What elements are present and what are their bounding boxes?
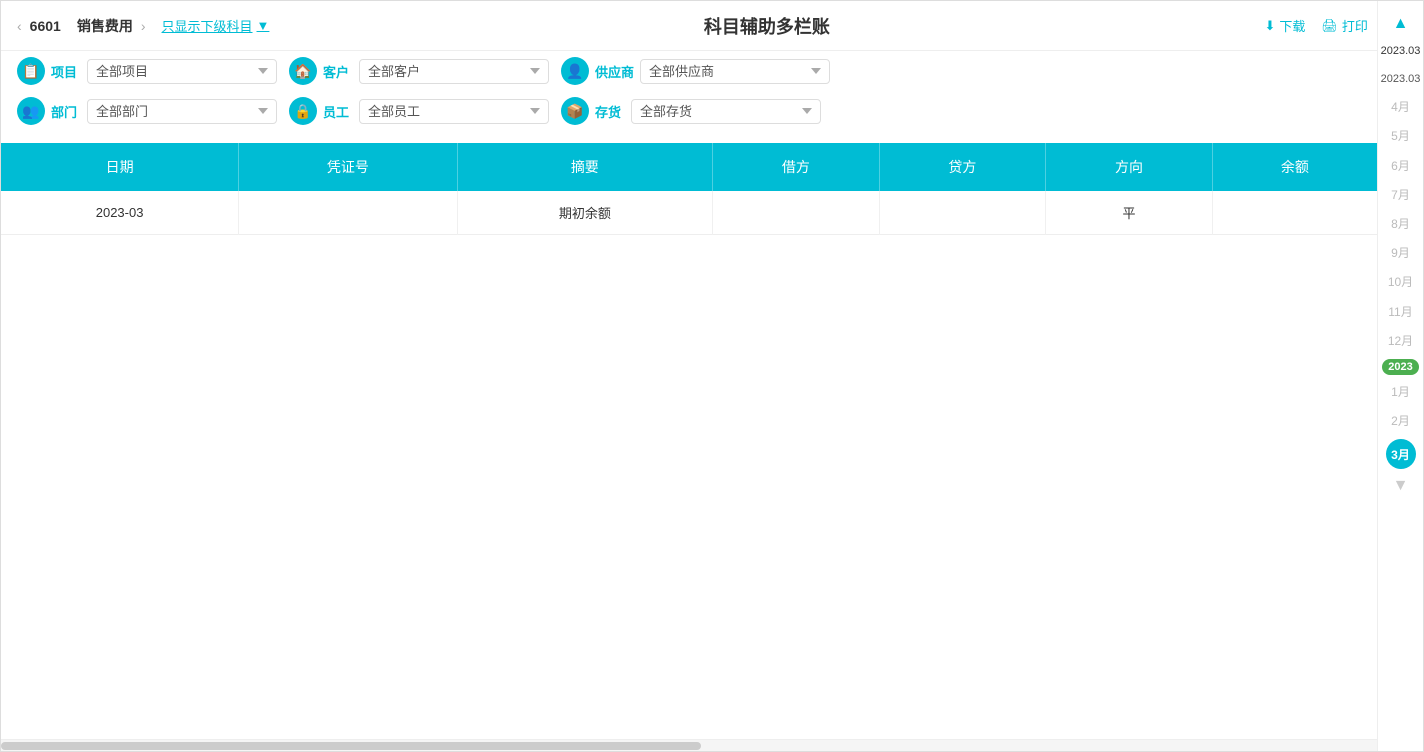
col-date: 日期	[1, 143, 239, 191]
sidebar-down-arrow[interactable]: ▼	[1389, 473, 1413, 499]
project-label: 项目	[51, 62, 81, 81]
sidebar-item-8[interactable]: 8月	[1378, 211, 1423, 238]
download-button[interactable]: ⬇ 下载	[1264, 16, 1305, 35]
customer-label: 客户	[323, 62, 353, 81]
cell-voucher	[239, 191, 457, 235]
sidebar-item-7[interactable]: 7月	[1378, 182, 1423, 209]
print-icon: 🖨	[1321, 18, 1338, 34]
filter-group-employee: 🔒 员工 全部员工	[289, 97, 549, 125]
col-direction: 方向	[1046, 143, 1213, 191]
account-name-label: 销售费用	[77, 16, 133, 36]
scrollbar-thumb[interactable]	[1, 742, 701, 750]
cell-credit	[879, 191, 1046, 235]
col-voucher: 凭证号	[239, 143, 457, 191]
sidebar-item-6[interactable]: 6月	[1378, 153, 1423, 180]
inventory-icon: 📦	[561, 97, 589, 125]
supplier-select[interactable]: 全部供应商	[640, 59, 830, 84]
filter-group-project: 📋 项目 全部项目	[17, 57, 277, 85]
prev-account-arrow[interactable]: ‹	[17, 18, 22, 34]
sidebar-item-1[interactable]: 1月	[1378, 379, 1423, 406]
col-debit: 借方	[713, 143, 880, 191]
sidebar-item-11[interactable]: 11月	[1378, 299, 1423, 326]
show-sub-label: 只显示下级科目	[162, 16, 253, 35]
cell-debit	[713, 191, 880, 235]
sidebar-item-3-active[interactable]: 3月	[1386, 439, 1416, 469]
filter-row-2: 👥 部门 全部部门 🔒 员工 全部员工 📦 存货 全部存货	[1, 91, 1423, 131]
show-sub-arrow-icon: ▼	[257, 18, 270, 33]
sidebar-item-2[interactable]: 2月	[1378, 408, 1423, 435]
cell-summary: 期初余额	[457, 191, 712, 235]
dept-label: 部门	[51, 102, 81, 121]
sidebar-item-2023-03-sub[interactable]: 2023.03	[1378, 67, 1423, 93]
print-button[interactable]: 🖨 打印	[1321, 16, 1368, 35]
project-select[interactable]: 全部项目	[87, 59, 277, 84]
table-row: 2023-03 期初余额 平	[1, 191, 1377, 235]
show-sub-button[interactable]: 只显示下级科目 ▼	[162, 16, 270, 35]
download-icon: ⬇	[1264, 18, 1275, 34]
cell-direction: 平	[1046, 191, 1213, 235]
filter-group-supplier: 👤 供应商 全部供应商	[561, 57, 830, 85]
employee-label: 员工	[323, 102, 353, 121]
filter-row-1: 📋 项目 全部项目 🏠 客户 全部客户 👤 供应商 全部供应商	[1, 51, 1423, 91]
cell-date: 2023-03	[1, 191, 239, 235]
right-sidebar: ▲ 2023.03 2023.03 4月 5月 6月 7月 8月 9月 10月 …	[1377, 1, 1423, 751]
filter-group-inventory: 📦 存货 全部存货	[561, 97, 821, 125]
sidebar-item-5[interactable]: 5月	[1378, 123, 1423, 150]
col-summary: 摘要	[457, 143, 712, 191]
inventory-select[interactable]: 全部存货	[631, 99, 821, 124]
page-title: 科目辅助多栏账	[269, 13, 1264, 39]
employee-icon: 🔒	[289, 97, 317, 125]
sidebar-item-2023-03-header[interactable]: 2023.03	[1378, 39, 1423, 65]
cell-balance	[1212, 191, 1377, 235]
filter-group-customer: 🏠 客户 全部客户	[289, 57, 549, 85]
customer-icon: 🏠	[289, 57, 317, 85]
main-window: ‹ 6601 销售费用 › 只显示下级科目 ▼ 科目辅助多栏账 ⬇ 下载 🖨 打…	[0, 0, 1424, 752]
sidebar-item-9[interactable]: 9月	[1378, 240, 1423, 267]
account-code-label: 6601	[30, 18, 61, 34]
horizontal-scrollbar[interactable]	[1, 739, 1377, 751]
col-credit: 贷方	[879, 143, 1046, 191]
table-body: 2023-03 期初余额 平	[1, 191, 1377, 235]
customer-select[interactable]: 全部客户	[359, 59, 549, 84]
dept-select[interactable]: 全部部门	[87, 99, 277, 124]
download-label: 下载	[1279, 16, 1305, 35]
print-label: 打印	[1342, 16, 1368, 35]
table-area: 日期 凭证号 摘要 借方 贷方 方向 余额 2023-03 期初余额 平	[1, 143, 1377, 737]
sidebar-item-12[interactable]: 12月	[1378, 328, 1423, 355]
table-header-row: 日期 凭证号 摘要 借方 贷方 方向 余额	[1, 143, 1377, 191]
filter-group-dept: 👥 部门 全部部门	[17, 97, 277, 125]
top-bar: ‹ 6601 销售费用 › 只显示下级科目 ▼ 科目辅助多栏账 ⬇ 下载 🖨 打…	[1, 1, 1423, 51]
supplier-icon: 👤	[561, 57, 589, 85]
inventory-label: 存货	[595, 102, 625, 121]
sidebar-item-4[interactable]: 4月	[1378, 94, 1423, 121]
year-badge-2023: 2023	[1382, 359, 1418, 375]
supplier-label: 供应商	[595, 62, 634, 81]
project-icon: 📋	[17, 57, 45, 85]
dept-icon: 👥	[17, 97, 45, 125]
col-balance: 余额	[1212, 143, 1377, 191]
ledger-table: 日期 凭证号 摘要 借方 贷方 方向 余额 2023-03 期初余额 平	[1, 143, 1377, 235]
sidebar-item-10[interactable]: 10月	[1378, 269, 1423, 296]
sidebar-up-arrow[interactable]: ▲	[1389, 11, 1413, 37]
employee-select[interactable]: 全部员工	[359, 99, 549, 124]
next-account-arrow[interactable]: ›	[141, 18, 146, 34]
